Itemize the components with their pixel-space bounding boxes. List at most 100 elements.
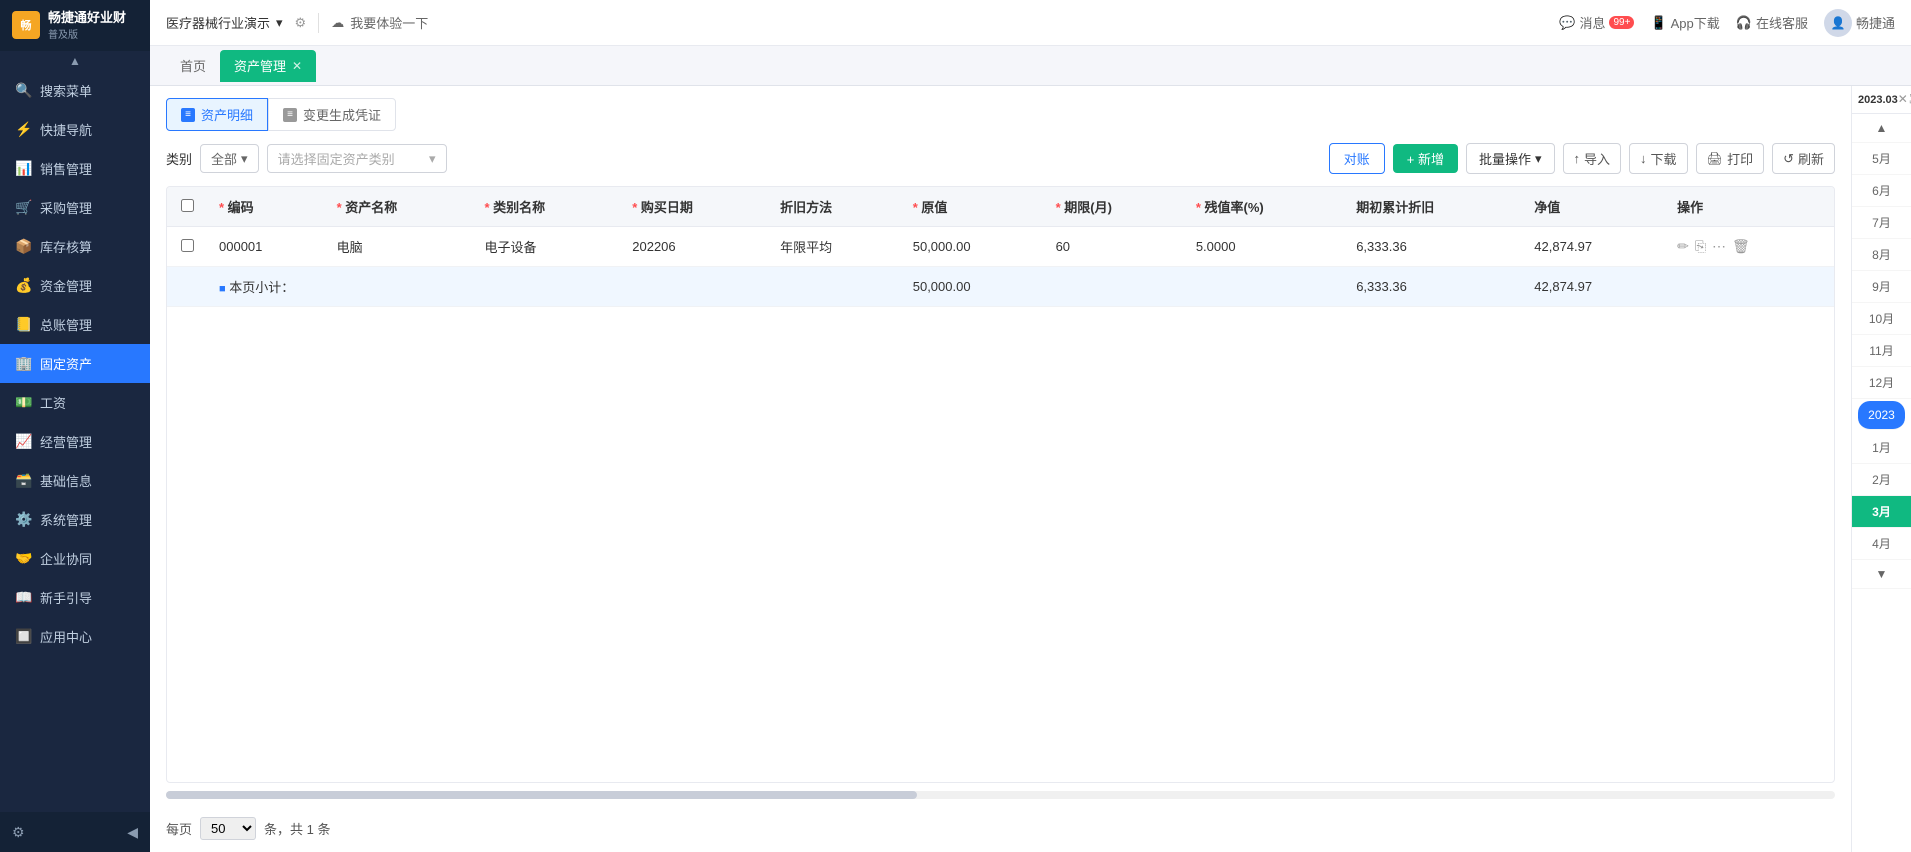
refresh-button[interactable]: ↺ 刷新 — [1772, 143, 1835, 174]
asset-table: 编码 资产名称 类别名称 购买日期 折旧方法 原值 期限(月) 残值率(%) 期… — [166, 186, 1835, 783]
sidebar-item-sales[interactable]: 📊 销售管理 — [0, 149, 150, 188]
row-checkbox[interactable] — [181, 239, 194, 252]
subtotal-original-value: 50,000.00 — [901, 267, 1044, 307]
purchase-icon: 🛒 — [16, 199, 32, 215]
sidebar-item-purchase[interactable]: 🛒 采购管理 — [0, 188, 150, 227]
sidebar-item-system[interactable]: ⚙️ 系统管理 — [0, 500, 150, 539]
edit-icon[interactable]: ✏ — [1677, 238, 1689, 255]
new-button[interactable]: + 新增 — [1393, 144, 1458, 173]
refresh-icon: ↺ — [1783, 151, 1794, 167]
sidebar-item-appstore[interactable]: 🔲 应用中心 — [0, 617, 150, 656]
month-8[interactable]: 8月 — [1852, 239, 1911, 271]
company-name: 医疗器械行业演示 — [166, 13, 270, 32]
month-9[interactable]: 9月 — [1852, 271, 1911, 303]
more-icon[interactable]: ⋯ — [1712, 238, 1726, 255]
sidebar-item-guide[interactable]: 📖 新手引导 — [0, 578, 150, 617]
copy-icon[interactable]: ⎘ — [1695, 238, 1706, 255]
content-area: ≡ 资产明细 ≡ 变更生成凭证 类别 全部 ▾ 请选择固定资产类别 — [150, 86, 1851, 852]
experience-icon: ☁ — [331, 15, 344, 31]
online-support-btn[interactable]: 🎧 在线客服 — [1736, 13, 1808, 32]
subtotal-row: ■ 本页小计： 50,000.00 6,333.36 42,874.97 — [167, 267, 1834, 307]
experience-btn[interactable]: ☁ 我要体验一下 — [331, 13, 428, 32]
messages-btn[interactable]: 💬 消息 99+ — [1559, 13, 1634, 32]
tab-close-icon[interactable]: ✕ — [292, 59, 302, 73]
month-6[interactable]: 6月 — [1852, 175, 1911, 207]
batch-ops-button[interactable]: 批量操作 ▾ — [1466, 143, 1555, 174]
sub-tab-voucher-gen-label: 变更生成凭证 — [303, 105, 381, 124]
cell-residual-rate: 5.0000 — [1184, 227, 1344, 267]
col-actions: 操作 — [1665, 187, 1834, 227]
panel-close-icon[interactable]: ✕ — [1898, 92, 1908, 107]
month-10[interactable]: 10月 — [1852, 303, 1911, 335]
sub-tab-asset-detail[interactable]: ≡ 资产明细 — [166, 98, 268, 131]
per-page-select[interactable]: 50 100 200 — [200, 817, 256, 840]
gear-icon[interactable]: ⚙ — [295, 15, 307, 31]
sidebar-item-inventory-label: 库存核算 — [40, 237, 92, 256]
sidebar-item-collab[interactable]: 🤝 企业协同 — [0, 539, 150, 578]
category-arrow: ▾ — [429, 151, 436, 167]
filter-section: 类别 全部 ▾ 请选择固定资产类别 ▾ — [166, 144, 447, 173]
cell-accumulated-depreciation: 6,333.36 — [1344, 227, 1522, 267]
col-period: 期限(月) — [1044, 187, 1184, 227]
asset-detail-icon: ≡ — [181, 108, 195, 122]
month-1[interactable]: 1月 — [1852, 432, 1911, 464]
category-select[interactable]: 请选择固定资产类别 ▾ — [267, 144, 447, 173]
search-icon: 🔍 — [16, 82, 32, 98]
tab-home[interactable]: 首页 — [166, 50, 220, 82]
delete-icon[interactable]: 🗑 — [1732, 238, 1750, 255]
month-item-scroll-up[interactable]: ▲ — [1852, 114, 1911, 143]
print-button[interactable]: 🖨 打印 — [1696, 143, 1765, 174]
month-12[interactable]: 12月 — [1852, 367, 1911, 399]
month-11[interactable]: 11月 — [1852, 335, 1911, 367]
company-selector[interactable]: 医疗器械行业演示 ▾ — [166, 13, 283, 32]
experience-label: 我要体验一下 — [350, 13, 428, 32]
duizhang-button[interactable]: 对账 — [1329, 143, 1385, 174]
quicknav-icon: ⚡ — [16, 121, 32, 137]
month-item-scroll-down[interactable]: ▼ — [1852, 560, 1911, 589]
sidebar-item-basic[interactable]: 🗃️ 基础信息 — [0, 461, 150, 500]
app-download-btn[interactable]: 📱 App下载 — [1650, 13, 1719, 32]
messages-label: 消息 — [1579, 13, 1605, 32]
right-panel-header: 2023.03 ✕ ⛶ — [1852, 86, 1911, 114]
tab-asset-management-label: 资产管理 — [234, 56, 286, 75]
sidebar-item-finance-label: 资金管理 — [40, 276, 92, 295]
month-2[interactable]: 2月 — [1852, 464, 1911, 496]
cell-original-value: 50,000.00 — [901, 227, 1044, 267]
category-type-select[interactable]: 全部 ▾ — [200, 144, 259, 173]
sidebar-item-inventory[interactable]: 📦 库存核算 — [0, 227, 150, 266]
select-all-checkbox[interactable] — [181, 199, 194, 212]
avatar: 👤 — [1824, 9, 1852, 37]
settings-icon[interactable]: ⚙ — [12, 824, 25, 841]
tab-asset-management[interactable]: 资产管理 ✕ — [220, 50, 316, 82]
sidebar-item-guide-label: 新手引导 — [40, 588, 92, 607]
collapse-icon[interactable]: ◀ — [127, 824, 138, 841]
sidebar-scroll-up[interactable]: ▲ — [0, 51, 150, 71]
inventory-icon: 📦 — [16, 238, 32, 254]
right-date-panel: 2023.03 ✕ ⛶ ▲ 5月 6月 7月 8月 9月 10月 11月 12月… — [1851, 86, 1911, 852]
import-button[interactable]: ↑ 导入 — [1563, 143, 1622, 174]
sidebar-item-ledger[interactable]: 📒 总账管理 — [0, 305, 150, 344]
month-7[interactable]: 7月 — [1852, 207, 1911, 239]
download-icon: ↓ — [1640, 151, 1647, 166]
month-3-current[interactable]: 3月 — [1852, 496, 1911, 528]
user-btn[interactable]: 👤 畅捷通 — [1824, 9, 1895, 37]
sales-icon: 📊 — [16, 160, 32, 176]
sidebar-item-quicknav[interactable]: ⚡ 快捷导航 — [0, 110, 150, 149]
col-code: 编码 — [207, 187, 325, 227]
sidebar-nav: 🔍 搜索菜单 ⚡ 快捷导航 📊 销售管理 🛒 采购管理 📦 库存核算 💰 资金管… — [0, 71, 150, 812]
month-5[interactable]: 5月 — [1852, 143, 1911, 175]
sub-tabs: ≡ 资产明细 ≡ 变更生成凭证 — [166, 98, 1835, 131]
download-button[interactable]: ↓ 下载 — [1629, 143, 1688, 174]
sub-tab-voucher-gen[interactable]: ≡ 变更生成凭证 — [268, 98, 396, 131]
sidebar-item-finance[interactable]: 💰 资金管理 — [0, 266, 150, 305]
sidebar-item-fixedassets[interactable]: 🏢 固定资产 — [0, 344, 150, 383]
cell-period: 60 — [1044, 227, 1184, 267]
horizontal-scrollbar[interactable] — [166, 791, 1835, 799]
year-2023[interactable]: 2023 — [1858, 401, 1905, 430]
month-4[interactable]: 4月 — [1852, 528, 1911, 560]
asset-data-table: 编码 资产名称 类别名称 购买日期 折旧方法 原值 期限(月) 残值率(%) 期… — [167, 187, 1834, 307]
sidebar-item-salary[interactable]: 💵 工资 — [0, 383, 150, 422]
sidebar-item-operations[interactable]: 📈 经营管理 — [0, 422, 150, 461]
sidebar-item-search[interactable]: 🔍 搜索菜单 — [0, 71, 150, 110]
subtotal-empty-check — [167, 267, 207, 307]
